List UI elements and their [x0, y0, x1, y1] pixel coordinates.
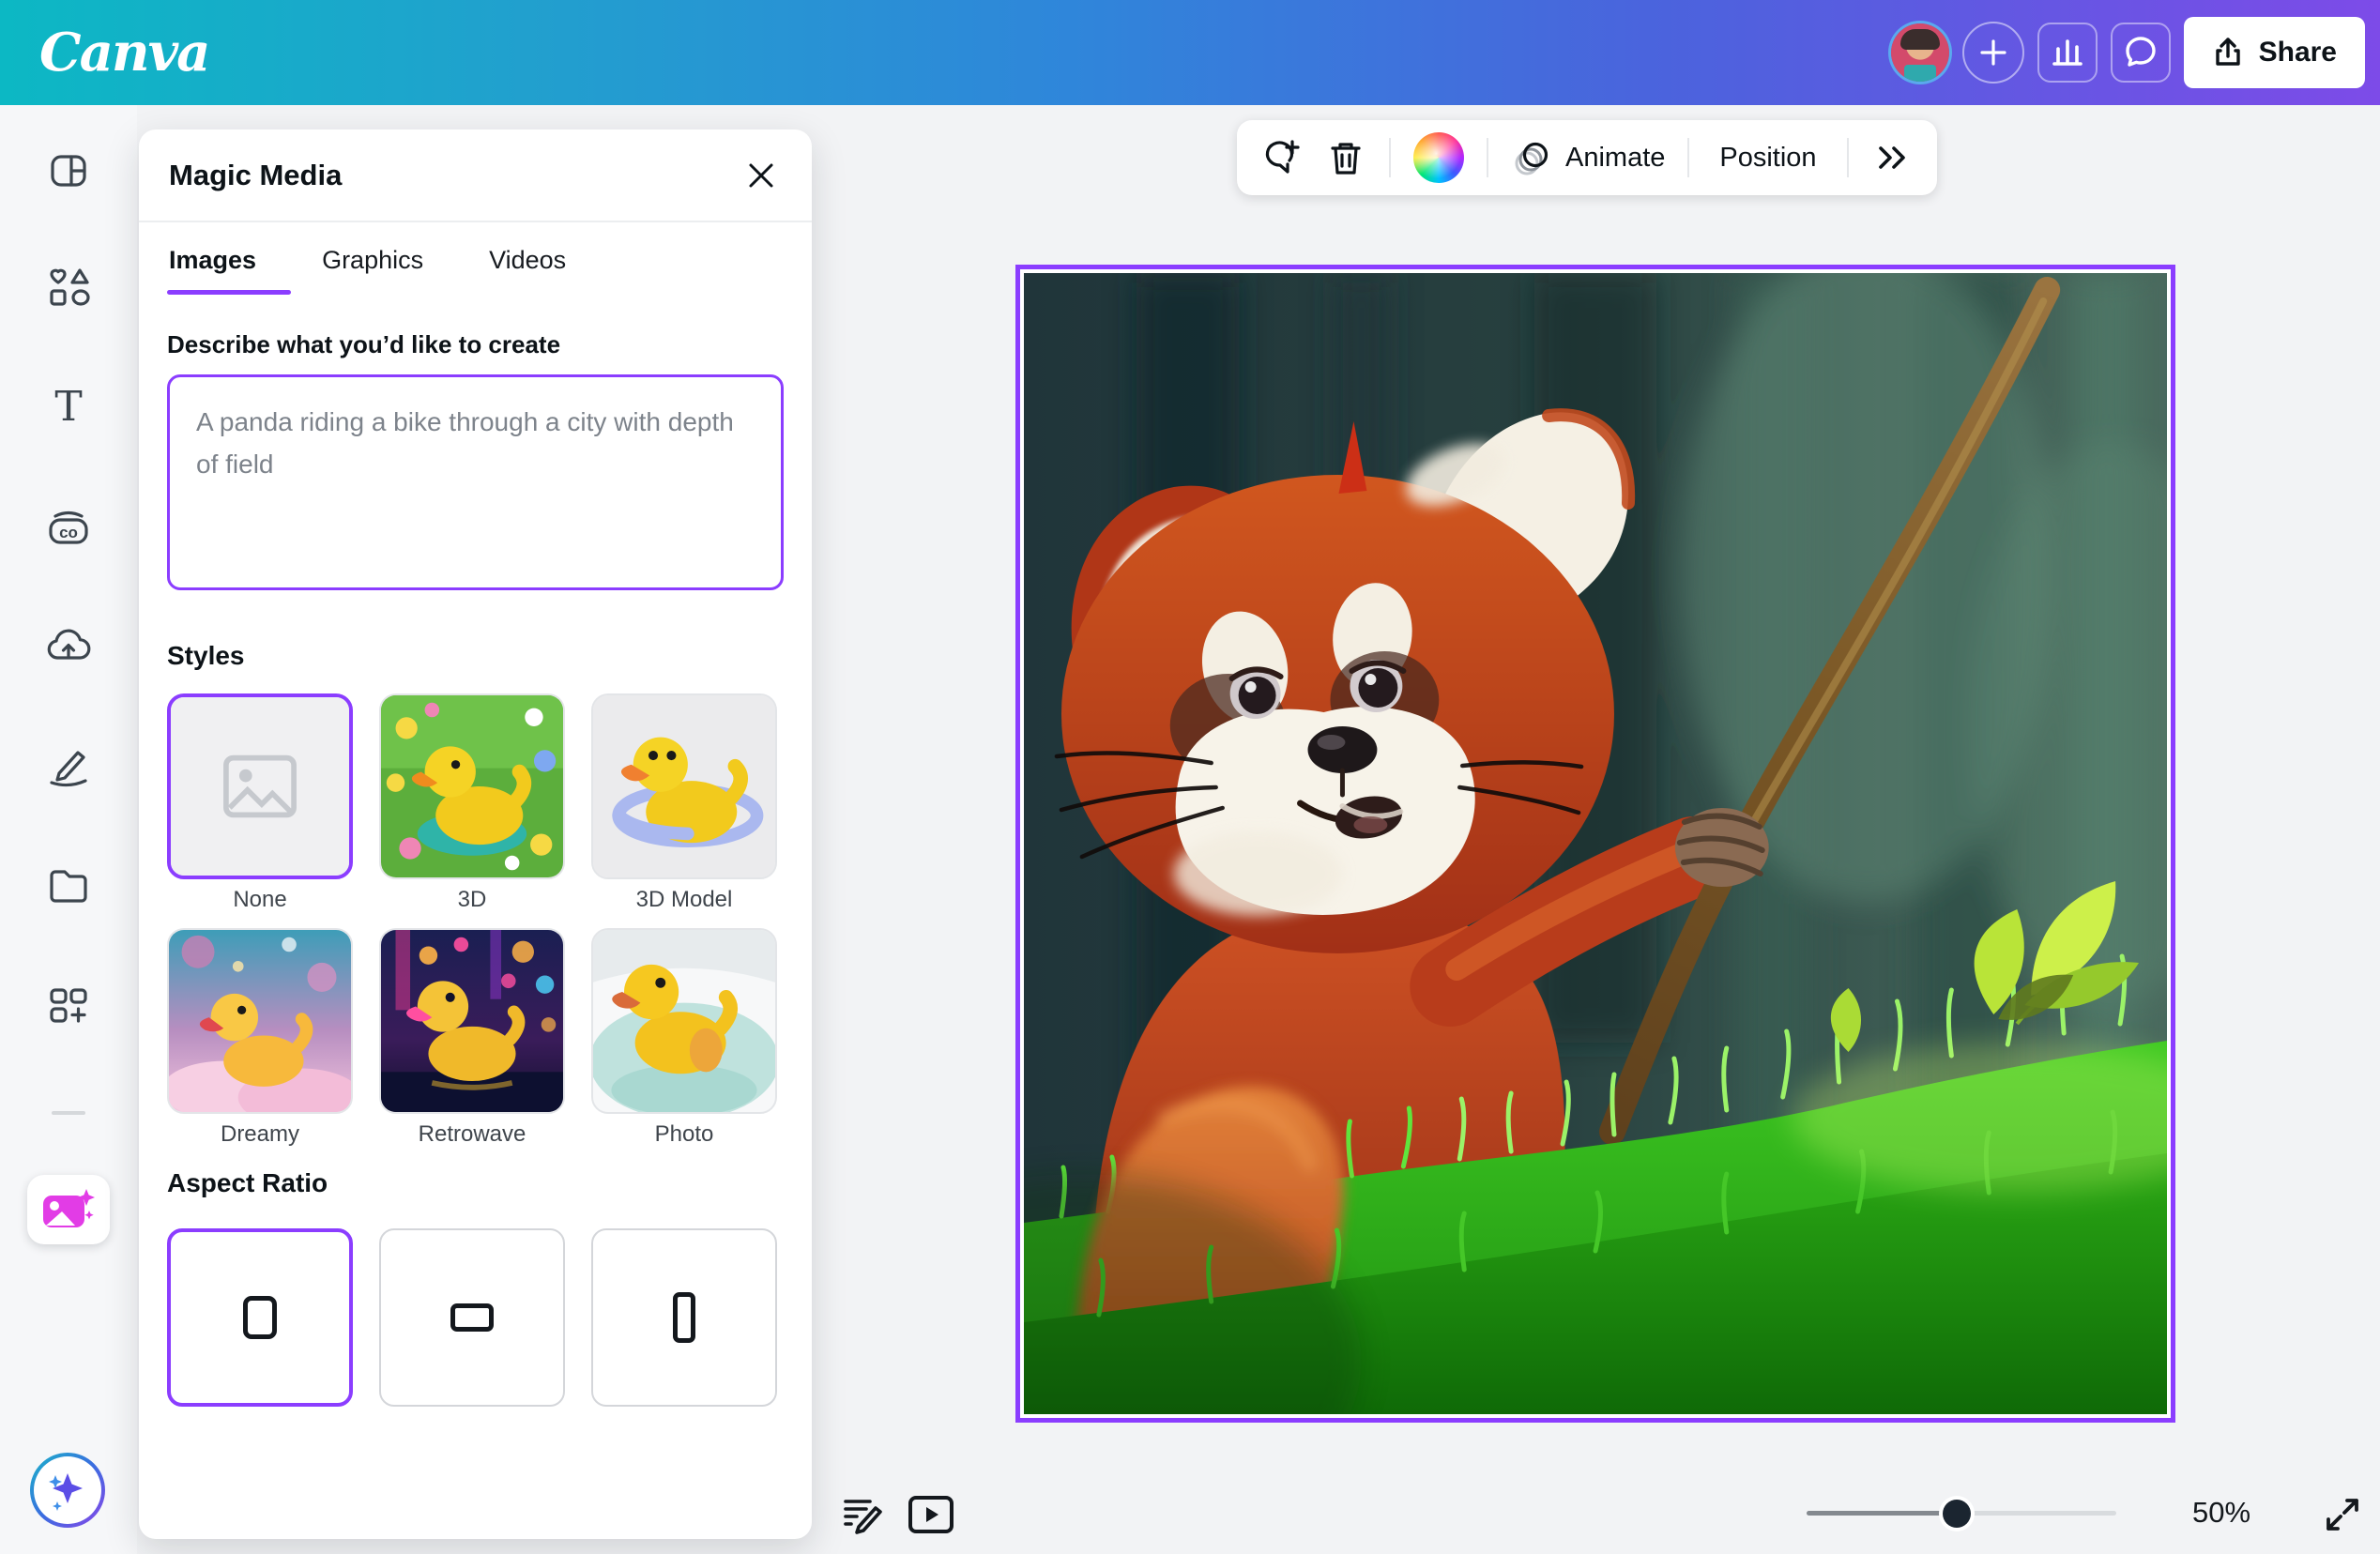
share-upload-icon: [2212, 37, 2244, 69]
styles-grid: None: [167, 693, 784, 1148]
insights-button[interactable]: [2037, 23, 2098, 83]
delete-button[interactable]: [1325, 137, 1366, 178]
animate-icon: [1511, 136, 1554, 179]
brand-icon: co: [46, 505, 91, 550]
red-panda-artwork: [1024, 273, 2167, 1414]
describe-label: Describe what you’d like to create: [167, 330, 784, 359]
sidebar-item-uploads[interactable]: [0, 612, 137, 679]
position-button[interactable]: Position: [1712, 143, 1823, 174]
draw-pen-icon: [46, 743, 91, 788]
panel-tabs: Images Graphics Videos: [139, 222, 812, 298]
comments-button[interactable]: [2111, 23, 2171, 83]
sidebar-item-text[interactable]: T: [0, 373, 137, 441]
text-icon: T: [46, 385, 91, 430]
aspect-option-portrait[interactable]: [591, 1228, 777, 1407]
magic-media-panel: Magic Media Images Graphics Videos Descr…: [139, 130, 812, 1539]
play-icon: [908, 1495, 954, 1534]
toolbar-divider: [1847, 138, 1849, 177]
magic-media-icon: [42, 1188, 95, 1231]
sidebar-item-magic-media[interactable]: [27, 1175, 110, 1244]
element-toolbar: Animate Position: [1237, 120, 1937, 195]
zoom-slider-thumb[interactable]: [1943, 1500, 1971, 1528]
zoom-level: 50%: [2192, 1496, 2250, 1530]
landscape-ratio-icon: [450, 1303, 494, 1332]
style-option-dreamy[interactable]: Dreamy: [167, 928, 353, 1148]
aspect-option-square[interactable]: [167, 1228, 353, 1407]
style-photo-thumbnail: [593, 930, 775, 1112]
share-label: Share: [2259, 37, 2337, 69]
style-option-retrowave[interactable]: Retrowave: [379, 928, 565, 1148]
aspect-option-landscape[interactable]: [379, 1228, 565, 1407]
sidebar-item-brand[interactable]: co: [0, 494, 137, 561]
close-panel-button[interactable]: [740, 155, 782, 196]
top-header: Canva Share: [0, 0, 2380, 105]
folder-icon: [46, 863, 91, 908]
selected-canvas-image[interactable]: [1015, 265, 2175, 1423]
share-button[interactable]: Share: [2184, 17, 2365, 88]
image-placeholder-icon: [171, 697, 349, 876]
square-ratio-icon: [243, 1296, 277, 1339]
color-wheel-button[interactable]: [1413, 132, 1464, 183]
panel-title: Magic Media: [169, 159, 342, 192]
notes-button[interactable]: [837, 1490, 886, 1539]
aspect-ratio-grid: [167, 1228, 784, 1407]
animate-label: Animate: [1565, 143, 1665, 174]
svg-text:co: co: [59, 524, 78, 541]
style-dreamy-thumbnail: [169, 930, 351, 1112]
toolbar-divider: [1389, 138, 1391, 177]
chevron-double-right-icon: [1873, 139, 1911, 176]
style-3d-model-thumbnail: [593, 695, 775, 877]
tab-videos[interactable]: Videos: [487, 246, 568, 275]
design-icon: [46, 148, 91, 193]
tab-images[interactable]: Images: [167, 246, 258, 275]
apps-icon: [46, 983, 91, 1028]
more-options-button[interactable]: [1871, 137, 1913, 178]
canva-logo[interactable]: Canva: [39, 22, 208, 84]
canva-assistant-button[interactable]: [30, 1453, 105, 1528]
toolbar-divider: [1687, 138, 1689, 177]
svg-text:T: T: [54, 385, 82, 430]
trash-icon: [1326, 138, 1365, 177]
sidebar-item-projects[interactable]: [0, 852, 137, 920]
style-option-photo[interactable]: Photo: [591, 928, 777, 1148]
present-button[interactable]: [907, 1490, 955, 1539]
sparkle-icon: [43, 1466, 92, 1515]
add-member-button[interactable]: [1962, 22, 2024, 84]
style-option-3d[interactable]: 3D: [379, 693, 565, 913]
style-retrowave-thumbnail: [381, 930, 563, 1112]
comment-add-icon: [1261, 137, 1303, 178]
style-option-none[interactable]: None: [167, 693, 353, 913]
styles-heading: Styles: [167, 641, 784, 671]
left-sidebar: T co: [0, 105, 137, 1554]
toolbar-divider: [1487, 138, 1488, 177]
sidebar-item-design[interactable]: [0, 137, 137, 205]
bar-chart-icon: [2049, 34, 2086, 71]
aspect-ratio-heading: Aspect Ratio: [167, 1168, 784, 1198]
fullscreen-button[interactable]: [2320, 1492, 2365, 1537]
sidebar-item-draw[interactable]: [0, 732, 137, 800]
sidebar-item-elements[interactable]: [0, 253, 137, 321]
style-option-3d-model[interactable]: 3D Model: [591, 693, 777, 913]
sidebar-item-apps[interactable]: [0, 972, 137, 1040]
chat-bubble-icon: [2122, 34, 2159, 71]
animate-button[interactable]: Animate: [1511, 136, 1665, 179]
expand-icon: [2323, 1495, 2362, 1534]
prompt-input[interactable]: [167, 374, 784, 590]
sidebar-divider: [52, 1111, 85, 1115]
tab-graphics[interactable]: Graphics: [320, 246, 425, 275]
elements-icon: [46, 265, 91, 310]
style-3d-thumbnail: [381, 695, 563, 877]
active-tab-underline: [167, 290, 291, 295]
plus-icon: [1976, 36, 2010, 69]
add-comment-button[interactable]: [1261, 137, 1303, 178]
user-avatar[interactable]: [1891, 23, 1949, 82]
close-icon: [745, 160, 777, 191]
cloud-upload-icon: [45, 622, 92, 669]
portrait-ratio-icon: [673, 1292, 695, 1343]
notes-icon: [840, 1493, 883, 1536]
